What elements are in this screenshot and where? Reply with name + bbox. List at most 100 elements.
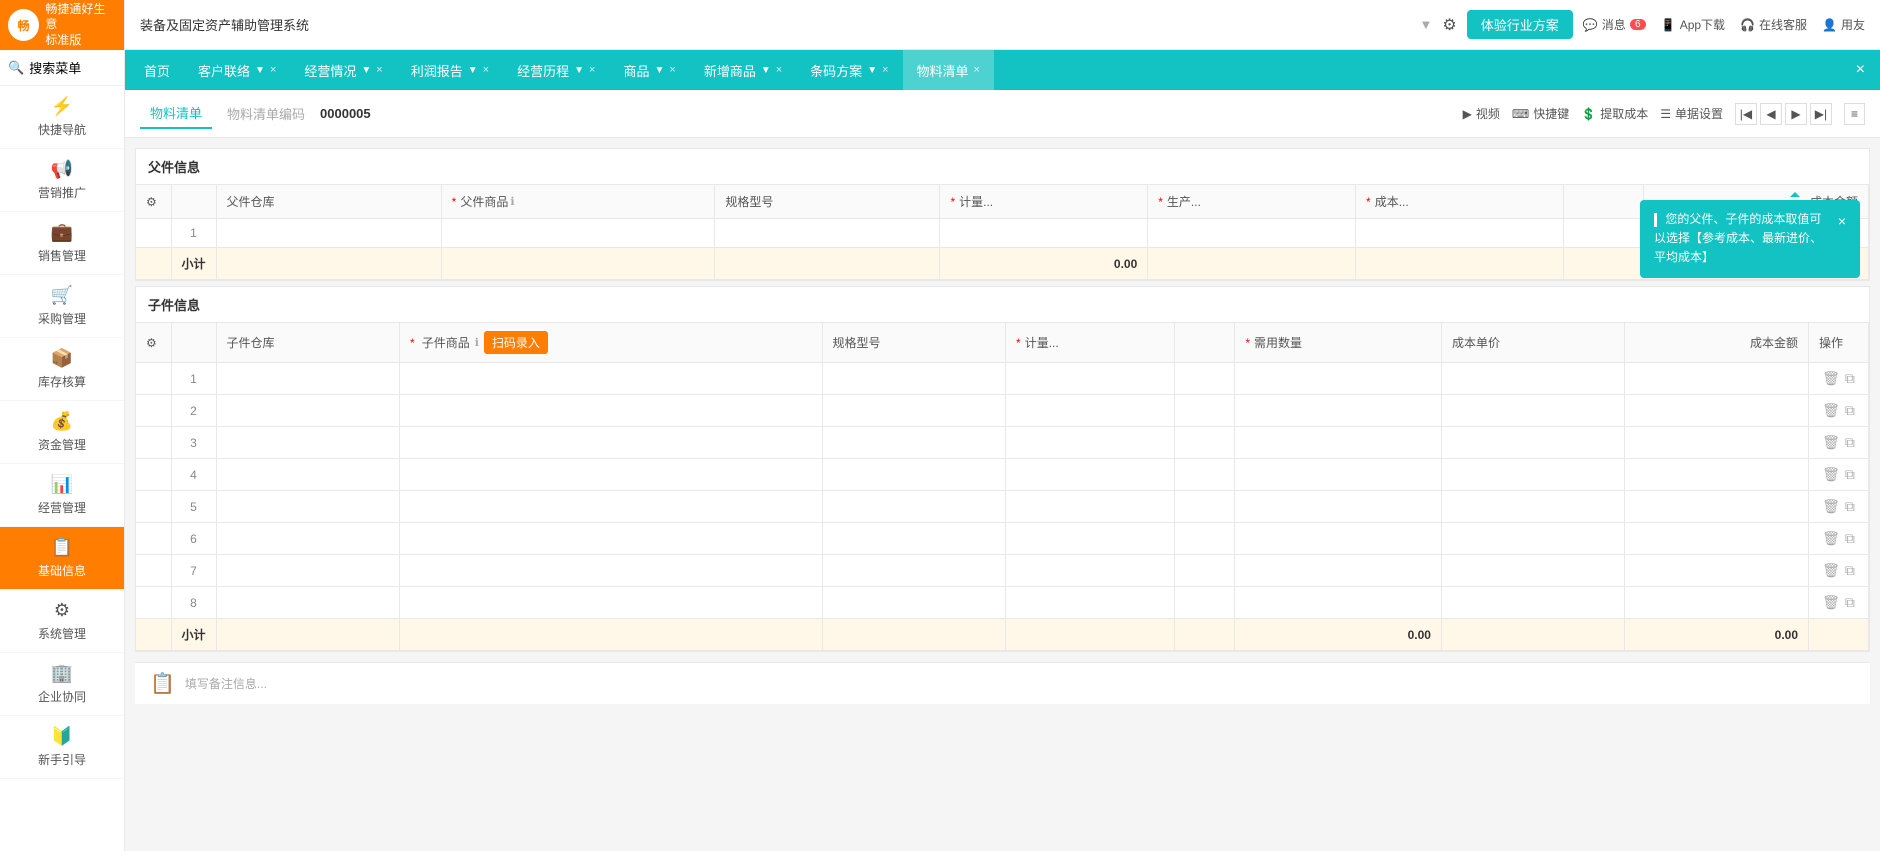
single-settings-action[interactable]: ☰ 单据设置: [1660, 105, 1723, 122]
extract-cost-action[interactable]: 💲 提取成本: [1581, 105, 1648, 122]
parent-row-product[interactable]: [441, 219, 715, 248]
child-row-cost-unit-7[interactable]: [1441, 555, 1625, 587]
tab-close-ops-history[interactable]: ×: [589, 64, 595, 76]
child-row-qty-8[interactable]: [1006, 587, 1175, 619]
nav-tab-profit-report[interactable]: 利润报告▼×: [397, 50, 503, 90]
child-row-needed-8[interactable]: [1235, 587, 1442, 619]
child-row-warehouse-3[interactable]: [216, 427, 400, 459]
copy-icon-8[interactable]: ⧉: [1845, 594, 1855, 611]
nav-tab-customer[interactable]: 客户联络▼×: [184, 50, 290, 90]
child-row-spec-5[interactable]: [822, 491, 1006, 523]
tab-close-new-goods[interactable]: ×: [776, 64, 782, 76]
child-row-product-2[interactable]: [400, 395, 822, 427]
tab-bom[interactable]: 物料清单: [140, 98, 212, 129]
child-row-needed-7[interactable]: [1235, 555, 1442, 587]
parent-row-production[interactable]: [1148, 219, 1356, 248]
child-row-spec-2[interactable]: [822, 395, 1006, 427]
nav-tab-new-goods[interactable]: 新增商品▼×: [690, 50, 796, 90]
scan-button[interactable]: 扫码录入: [484, 331, 548, 354]
copy-icon-6[interactable]: ⧉: [1845, 530, 1855, 547]
parent-row-qty[interactable]: [940, 219, 1148, 248]
child-row-cost-unit-3[interactable]: [1441, 427, 1625, 459]
child-row-needed-6[interactable]: [1235, 523, 1442, 555]
prev-first-button[interactable]: |◀: [1735, 103, 1757, 125]
child-row-qty-3[interactable]: [1006, 427, 1175, 459]
sidebar-item-sales[interactable]: 💼 销售管理: [0, 212, 124, 275]
app-download-action[interactable]: 📱 App下载: [1661, 16, 1725, 33]
shortcut-action[interactable]: ⌨ 快捷键: [1512, 105, 1569, 122]
child-row-cost-unit-5[interactable]: [1441, 491, 1625, 523]
child-row-warehouse-7[interactable]: [216, 555, 400, 587]
nav-tab-bom[interactable]: 物料清单×: [903, 50, 994, 90]
delete-icon-8[interactable]: 🗑: [1822, 594, 1840, 611]
child-row-spec-7[interactable]: [822, 555, 1006, 587]
tab-close-profit-report[interactable]: ×: [483, 64, 489, 76]
nav-tab-goods[interactable]: 商品▼×: [609, 50, 689, 90]
nav-tab-ops-history[interactable]: 经营历程▼×: [503, 50, 609, 90]
copy-icon-3[interactable]: ⧉: [1845, 434, 1855, 451]
child-row-warehouse-1[interactable]: [216, 363, 400, 395]
child-row-cost-unit-8[interactable]: [1441, 587, 1625, 619]
sidebar-item-enterprise[interactable]: 🏢 企业协同: [0, 653, 124, 716]
copy-icon-4[interactable]: ⧉: [1845, 466, 1855, 483]
message-action[interactable]: 💬 消息 6: [1583, 16, 1646, 33]
child-row-needed-3[interactable]: [1235, 427, 1442, 459]
child-row-cost-unit-6[interactable]: [1441, 523, 1625, 555]
child-row-warehouse-8[interactable]: [216, 587, 400, 619]
child-row-qty-2[interactable]: [1006, 395, 1175, 427]
sidebar-item-inventory[interactable]: 📦 库存核算: [0, 338, 124, 401]
online-service-action[interactable]: 🎧 在线客服: [1740, 16, 1807, 33]
sidebar-item-guide[interactable]: 🔰 新手引导: [0, 716, 124, 779]
child-row-qty-7[interactable]: [1006, 555, 1175, 587]
tab-close-operations-status[interactable]: ×: [376, 64, 382, 76]
nav-tab-home[interactable]: 首页: [130, 50, 184, 90]
sidebar-item-finance[interactable]: 💰 资金管理: [0, 401, 124, 464]
parent-row-warehouse[interactable]: [216, 219, 441, 248]
child-row-needed-2[interactable]: [1235, 395, 1442, 427]
child-row-spec-3[interactable]: [822, 427, 1006, 459]
user-menu[interactable]: 👤 用友: [1822, 16, 1865, 33]
next-button[interactable]: ▶: [1785, 103, 1807, 125]
nav-close-button[interactable]: ×: [1846, 61, 1875, 79]
copy-icon-2[interactable]: ⧉: [1845, 402, 1855, 419]
parent-row-spec[interactable]: [715, 219, 940, 248]
tab-close-barcode[interactable]: ×: [882, 64, 888, 76]
sidebar-item-quick-nav[interactable]: ⚡ 快捷导航: [0, 86, 124, 149]
child-row-warehouse-2[interactable]: [216, 395, 400, 427]
info-icon[interactable]: ℹ: [510, 195, 514, 208]
tab-close-bom[interactable]: ×: [974, 64, 980, 76]
child-row-qty-5[interactable]: [1006, 491, 1175, 523]
child-row-cost-unit-2[interactable]: [1441, 395, 1625, 427]
view-action[interactable]: ▶ 视频: [1463, 105, 1500, 122]
search-menu[interactable]: 🔍 搜索菜单: [0, 50, 124, 86]
tab-close-goods[interactable]: ×: [669, 64, 675, 76]
settings-gear-icon[interactable]: ⚙: [1442, 15, 1456, 35]
copy-icon-7[interactable]: ⧉: [1845, 562, 1855, 579]
delete-icon-1[interactable]: 🗑: [1822, 370, 1840, 387]
child-row-product-4[interactable]: [400, 459, 822, 491]
child-row-product-7[interactable]: [400, 555, 822, 587]
sidebar-item-operations[interactable]: 📊 经营管理: [0, 464, 124, 527]
child-row-qty-1[interactable]: [1006, 363, 1175, 395]
child-row-product-6[interactable]: [400, 523, 822, 555]
info-icon[interactable]: ℹ: [475, 336, 479, 349]
child-row-product-8[interactable]: [400, 587, 822, 619]
copy-icon-1[interactable]: ⧉: [1845, 370, 1855, 387]
delete-icon-4[interactable]: 🗑: [1822, 466, 1840, 483]
delete-icon-2[interactable]: 🗑: [1822, 402, 1840, 419]
trial-button[interactable]: 体验行业方案: [1467, 10, 1573, 39]
child-row-spec-4[interactable]: [822, 459, 1006, 491]
child-row-spec-8[interactable]: [822, 587, 1006, 619]
layout-button[interactable]: ≡: [1844, 103, 1865, 125]
tooltip-close-button[interactable]: ×: [1838, 210, 1846, 232]
notes-placeholder[interactable]: 填写备注信息...: [185, 675, 267, 692]
child-row-product-5[interactable]: [400, 491, 822, 523]
child-row-warehouse-4[interactable]: [216, 459, 400, 491]
child-row-qty-6[interactable]: [1006, 523, 1175, 555]
dropdown-arrow-icon[interactable]: ▼: [1420, 17, 1433, 32]
sidebar-item-system[interactable]: ⚙ 系统管理: [0, 590, 124, 653]
nav-tab-barcode[interactable]: 条码方案▼×: [796, 50, 902, 90]
child-row-needed-5[interactable]: [1235, 491, 1442, 523]
delete-icon-5[interactable]: 🗑: [1822, 498, 1840, 515]
child-row-spec-6[interactable]: [822, 523, 1006, 555]
